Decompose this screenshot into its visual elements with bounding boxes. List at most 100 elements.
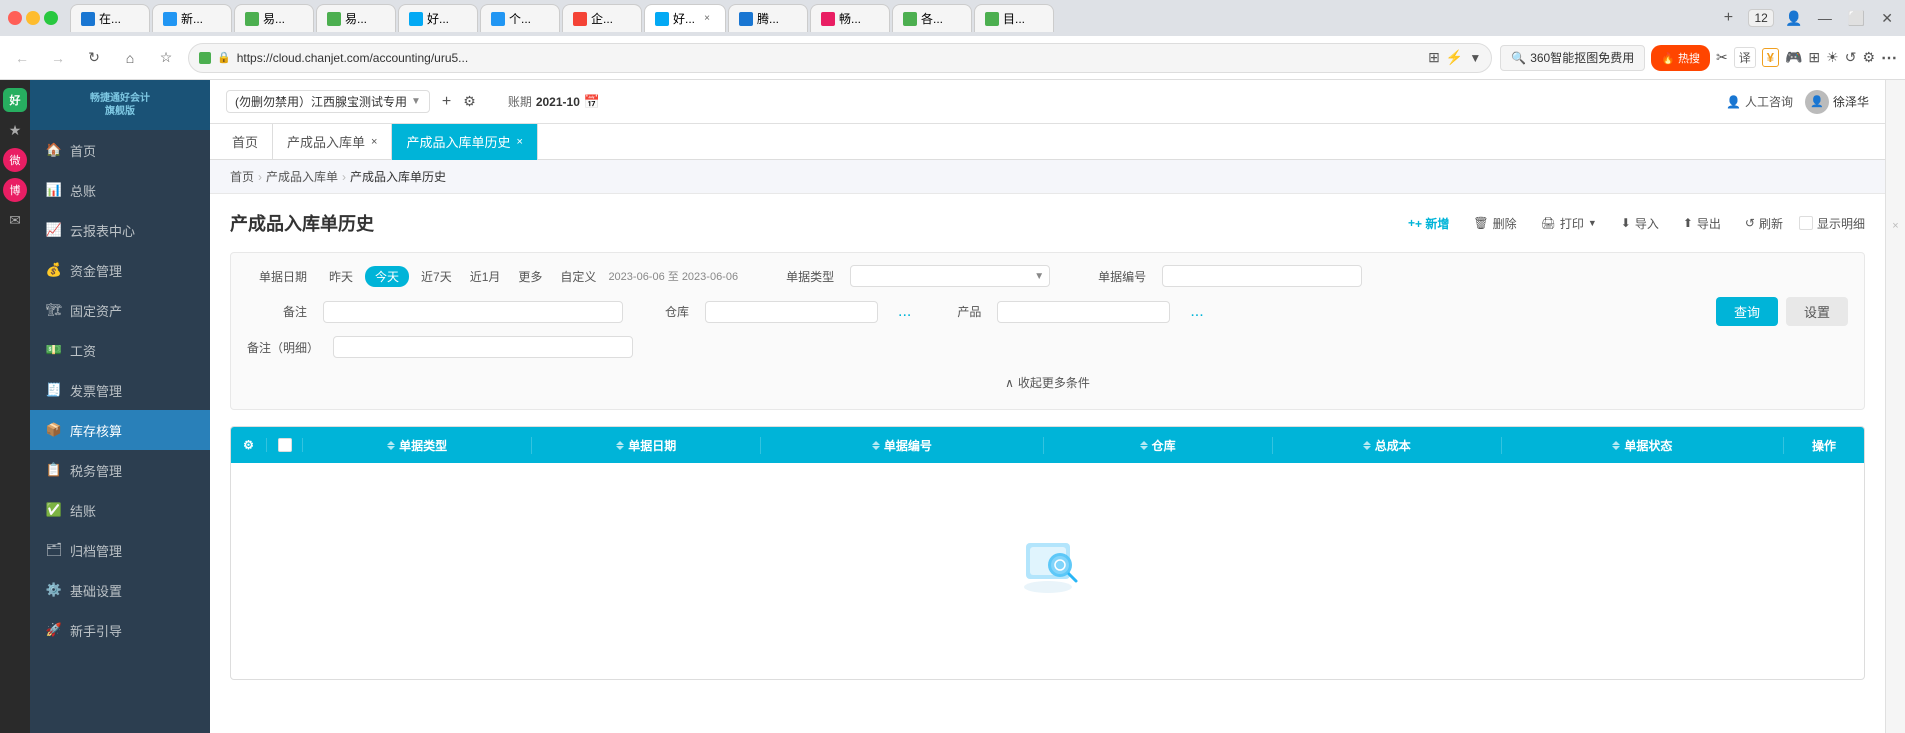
th-date[interactable]: 单据日期 (532, 437, 761, 454)
sidebar-item-settle[interactable]: ✅ 结账 (30, 490, 210, 530)
settings-filter-btn[interactable]: 设置 (1786, 297, 1848, 326)
settings-btn-topbar[interactable]: ⚙ (463, 93, 476, 110)
tab-product-in-history-close[interactable]: × (516, 136, 522, 148)
settings-browser-icon[interactable]: ⚙ (1862, 49, 1875, 66)
address-bar[interactable]: 🔒 https://cloud.chanjet.com/accounting/u… (188, 43, 1492, 73)
th-cost[interactable]: 总成本 (1273, 437, 1502, 454)
new-btn[interactable]: + + 新增 (1400, 211, 1457, 236)
type-select-wrap[interactable]: ▼ (850, 265, 1050, 287)
sidebar-item-funds[interactable]: 💰 资金管理 (30, 250, 210, 290)
refresh-nav-btn[interactable]: ↻ (80, 44, 108, 72)
browser-tab-2[interactable]: 易... (234, 4, 314, 32)
warehouse-dots-btn[interactable]: ... (894, 303, 915, 321)
breadcrumb-list[interactable]: 产成品入库单 (266, 168, 338, 185)
remark-input[interactable] (323, 301, 623, 323)
tab-product-in[interactable]: 产成品入库单 × (273, 124, 392, 160)
th-check[interactable] (267, 438, 303, 452)
game-icon[interactable]: 🎮 (1785, 49, 1802, 66)
sidebar-item-inventory[interactable]: 📦 库存核算 (30, 410, 210, 450)
preset-more[interactable]: 更多 (512, 266, 548, 287)
product-dots-btn[interactable]: ... (1186, 303, 1207, 321)
maximize-window-btn[interactable] (44, 11, 58, 25)
product-input[interactable] (997, 301, 1170, 323)
dropdown-icon[interactable]: ▼ (1469, 51, 1481, 65)
profile-icon[interactable]: 👤 (1782, 6, 1806, 30)
consult-btn[interactable]: 👤 人工咨询 (1726, 93, 1793, 110)
calendar-icon[interactable]: 📅 (584, 94, 600, 110)
browser-tab-8[interactable]: 腾... (728, 4, 808, 32)
new-tab-btn[interactable]: + (1716, 6, 1740, 30)
browser-tab-9[interactable]: 畅... (810, 4, 890, 32)
browser-tab-10[interactable]: 各... (892, 4, 972, 32)
home-nav-btn[interactable]: ⌂ (116, 44, 144, 72)
window-close-btn[interactable]: ✕ (1877, 10, 1897, 27)
breadcrumb-home[interactable]: 首页 (230, 168, 254, 185)
th-warehouse[interactable]: 仓库 (1044, 437, 1273, 454)
window-max-btn[interactable]: ⬜ (1844, 10, 1869, 27)
preset-today[interactable]: 今天 (365, 266, 409, 287)
no-filter-input[interactable] (1162, 265, 1362, 287)
window-min-btn[interactable]: — (1814, 10, 1836, 26)
th-type[interactable]: 单据类型 (303, 437, 532, 454)
sidebar-item-newEntry[interactable]: 🚀 新手引导 (30, 610, 210, 650)
preset-custom[interactable]: 自定义 (554, 266, 602, 287)
sidebar-item-reports[interactable]: 📈 云报表中心 (30, 210, 210, 250)
import-btn[interactable]: ⬇ 导入 (1613, 211, 1667, 236)
browser-tab-1[interactable]: 新... (152, 4, 232, 32)
bookmark-btn[interactable]: ☆ (152, 44, 180, 72)
tab-home[interactable]: 首页 (218, 124, 273, 160)
rail-app2[interactable]: 博 (3, 178, 27, 202)
yuan-icon[interactable]: ¥ (1762, 48, 1779, 67)
add-company-btn[interactable]: + (442, 93, 451, 111)
hot-search-btn[interactable]: 🔥 热搜 (1651, 45, 1710, 71)
sidebar-item-assets[interactable]: 🏗 固定资产 (30, 290, 210, 330)
collapse-bar[interactable]: ∧ 收起更多条件 (247, 368, 1848, 397)
sidebar-item-archive[interactable]: 🗂 归档管理 (30, 530, 210, 570)
query-btn[interactable]: 查询 (1716, 297, 1778, 326)
refresh-content-btn[interactable]: ↺ 刷新 (1737, 211, 1791, 236)
delete-btn[interactable]: 🗑 删除 (1465, 211, 1524, 236)
export-btn[interactable]: ⬆ 导出 (1675, 211, 1729, 236)
browser-tab-3[interactable]: 易... (316, 4, 396, 32)
tab-close-active[interactable]: × (699, 11, 715, 27)
brightness-icon[interactable]: ☀ (1826, 49, 1839, 66)
browser-tab-4[interactable]: 好... (398, 4, 478, 32)
more-icon[interactable]: ⋯ (1881, 48, 1897, 68)
header-checkbox[interactable] (278, 438, 292, 452)
scissors-icon[interactable]: ✂ (1716, 49, 1728, 66)
warehouse-input[interactable] (705, 301, 878, 323)
minimize-window-btn[interactable] (26, 11, 40, 25)
close-window-btn[interactable] (8, 11, 22, 25)
th-status[interactable]: 单据状态 (1502, 437, 1784, 454)
browser-tab-5[interactable]: 个... (480, 4, 560, 32)
translate-icon[interactable]: 译 (1734, 47, 1756, 68)
browser-tab-6[interactable]: 企... (562, 4, 642, 32)
grid-icon[interactable]: ⊞ (1428, 49, 1440, 66)
th-gear[interactable]: ⚙ (231, 438, 267, 452)
sidebar-item-payroll[interactable]: 💵 工资 (30, 330, 210, 370)
rail-mail[interactable]: ✉ (3, 208, 27, 232)
smart-search-btn[interactable]: 🔍 360智能抠图免费用 (1500, 45, 1645, 71)
preset-yesterday[interactable]: 昨天 (323, 266, 359, 287)
type-select[interactable] (850, 265, 1050, 287)
preset-1month[interactable]: 近1月 (464, 266, 507, 287)
apps-icon[interactable]: ⊞ (1808, 49, 1820, 66)
browser-tab-0[interactable]: 在... (70, 4, 150, 32)
tab-product-in-history[interactable]: 产成品入库单历史 × (392, 124, 537, 160)
tab-product-in-close[interactable]: × (371, 136, 377, 148)
rail-app1[interactable]: 微 (3, 148, 27, 172)
sidebar-item-home[interactable]: 🏠 首页 (30, 130, 210, 170)
lightning-icon[interactable]: ⚡ (1446, 49, 1463, 66)
detail-remark-input[interactable] (333, 336, 633, 358)
sidebar-item-tax[interactable]: 📋 税务管理 (30, 450, 210, 490)
sync-icon[interactable]: ↺ (1845, 49, 1857, 66)
print-btn[interactable]: 🖨 打印 ▼ (1533, 211, 1605, 236)
rail-logo[interactable]: 好 (3, 88, 27, 112)
sidebar-item-basic[interactable]: ⚙️ 基础设置 (30, 570, 210, 610)
forward-btn[interactable]: → (44, 44, 72, 72)
browser-tab-7[interactable]: 好... × (644, 4, 726, 32)
print-dropdown-icon[interactable]: ▼ (1588, 218, 1597, 228)
back-btn[interactable]: ← (8, 44, 36, 72)
sidebar-item-invoice[interactable]: 🧾 发票管理 (30, 370, 210, 410)
display-detail-checkbox[interactable] (1799, 216, 1813, 230)
